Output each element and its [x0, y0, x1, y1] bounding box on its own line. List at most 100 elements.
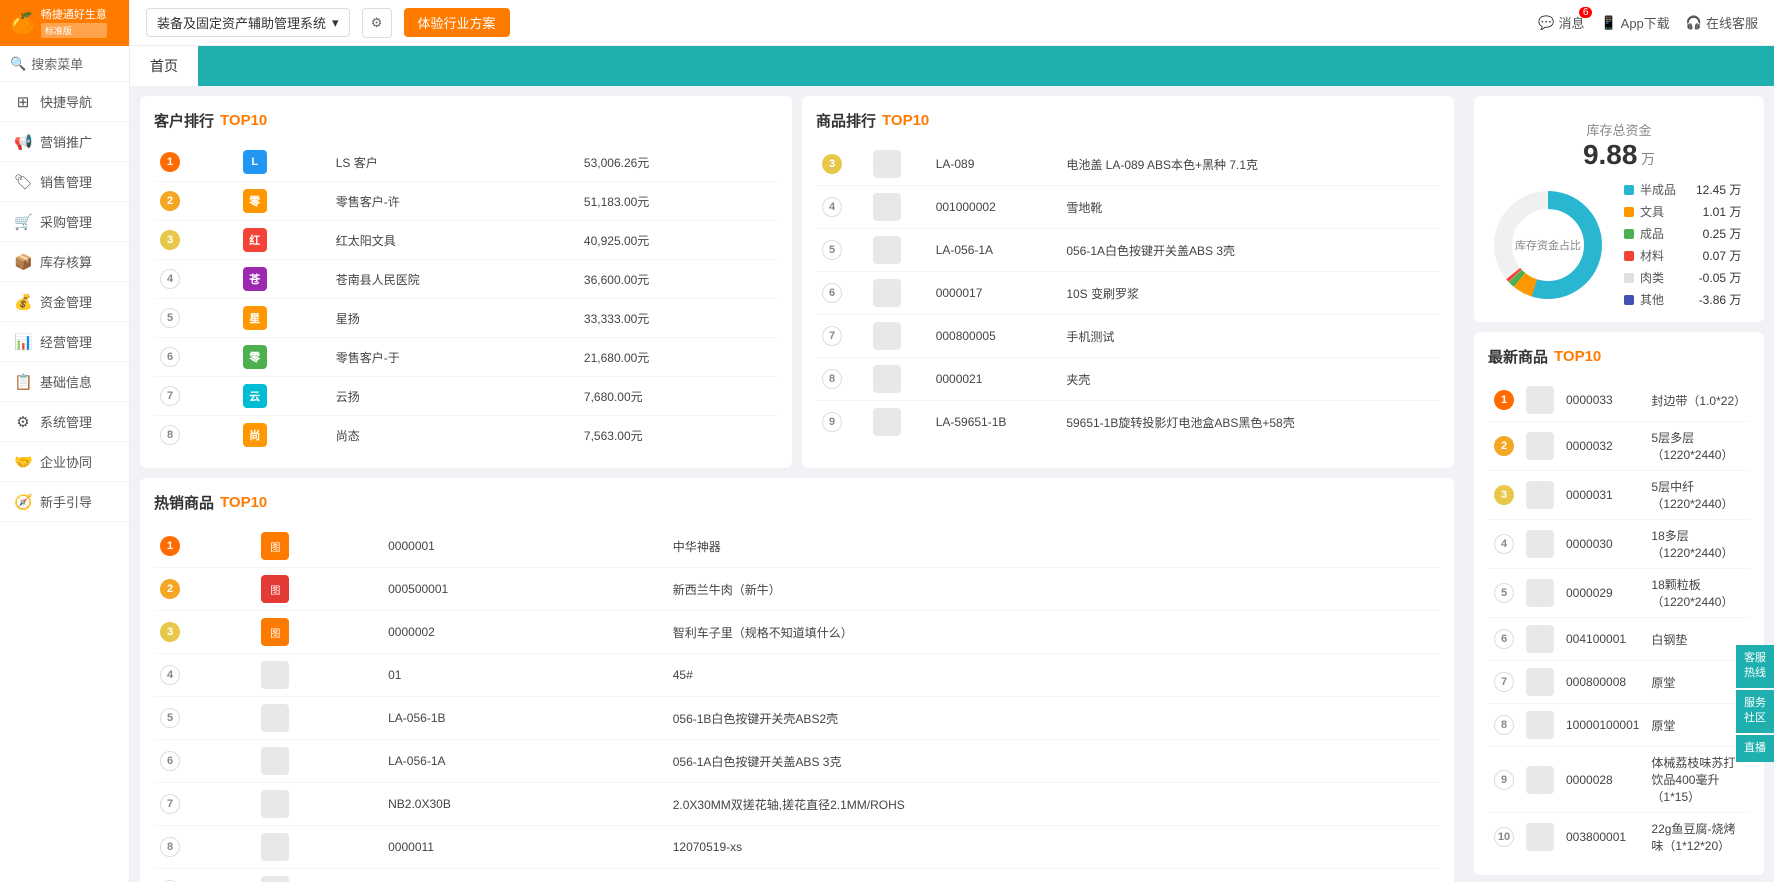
home-icon: ⊞ — [14, 93, 32, 111]
rank-badge: 4 — [160, 269, 180, 289]
product-thumb — [1526, 625, 1554, 653]
inventory-total-value: 9.88 — [1583, 139, 1638, 170]
rank-badge: 1 — [160, 536, 180, 556]
cart-icon: 🛒 — [14, 213, 32, 231]
rank-badge: 1 — [160, 152, 180, 172]
product-code: 01 — [382, 654, 667, 697]
sidebar-label-cooperation: 企业协同 — [40, 452, 92, 471]
inventory-total: 库存总资金 9.88 万 — [1488, 110, 1750, 181]
rank-badge: 9 — [822, 412, 842, 432]
top-panels: 客户排行 TOP10 1 L LS 客户 53,006.26元 2 零 零售客户… — [140, 96, 1454, 468]
product-code: LA-056-1A — [382, 740, 667, 783]
sidebar-item-inventory[interactable]: 📦 库存核算 — [0, 242, 129, 282]
system-selector[interactable]: 装备及固定资产辅助管理系统 ▾ — [146, 8, 350, 37]
table-row: 9 0000028 体械荔枝味苏打饮品400毫升（1*15） — [1488, 747, 1750, 813]
legend-name: 文具 — [1640, 203, 1697, 220]
product-thumb: 图 — [261, 618, 289, 646]
legend-item: 其他 -3.86 万 — [1624, 291, 1741, 308]
product-thumb — [1526, 823, 1554, 851]
rank-badge: 4 — [822, 197, 842, 217]
community-btn[interactable]: 服务社区 — [1736, 690, 1774, 733]
product-name: 056-1A白色按键开关盖ABS 3壳 — [1060, 229, 1440, 272]
sidebar-item-purchase[interactable]: 🛒 采购管理 — [0, 202, 129, 242]
product-thumb — [873, 279, 901, 307]
logo-icon: 🍊 — [10, 11, 35, 36]
sidebar-item-system[interactable]: ⚙ 系统管理 — [0, 402, 129, 442]
product-code: 000500001 — [382, 568, 667, 611]
legend-dot — [1624, 295, 1634, 305]
sidebar-item-marketing[interactable]: 📢 营销推广 — [0, 122, 129, 162]
table-row: 4 001000002 雪地靴 — [816, 186, 1440, 229]
product-name: 原堂 — [1645, 661, 1750, 704]
message-button[interactable]: 💬 消息 6 — [1538, 13, 1584, 32]
customer-amount: 21,680.00元 — [578, 338, 778, 377]
rank-badge: 1 — [1494, 390, 1514, 410]
sidebar-item-cooperation[interactable]: 🤝 企业协同 — [0, 442, 129, 482]
rank-badge: 6 — [822, 283, 842, 303]
avatar: 苍 — [243, 267, 267, 291]
customer-name: 红太阳文具 — [330, 221, 578, 260]
app-download-label: App下载 — [1621, 13, 1670, 32]
product-code: 0000031 — [1560, 471, 1645, 520]
sidebar-item-quick-nav[interactable]: ⊞ 快捷导航 — [0, 82, 129, 122]
product-name: 白钢垫 — [1645, 618, 1750, 661]
product-code: LA-056-1A — [930, 229, 1061, 272]
sidebar-label-inventory: 库存核算 — [40, 252, 92, 271]
sidebar-item-basic-info[interactable]: 📋 基础信息 — [0, 362, 129, 402]
inventory-total-unit: 万 — [1641, 151, 1655, 167]
table-row: 4 苍 苍南县人民医院 36,600.00元 — [154, 260, 778, 299]
online-service-button[interactable]: 🎧 在线客服 — [1686, 13, 1758, 32]
app-download-button[interactable]: 📱 App下载 — [1600, 13, 1669, 32]
customer-service-btn[interactable]: 客服热线 — [1736, 645, 1774, 688]
rank-badge: 5 — [160, 708, 180, 728]
table-row: 2 图 000500001 新西兰牛肉（新牛） — [154, 568, 1440, 611]
table-row: 6 LA-056-1A 056-1A白色按键开关盖ABS 3克 — [154, 740, 1440, 783]
product-code: 003800001 — [1560, 813, 1645, 862]
app-logo: 🍊 畅捷通好生意 标准版 — [0, 0, 129, 46]
customer-rank-table: 1 L LS 客户 53,006.26元 2 零 零售客户-许 51,183.0… — [154, 143, 778, 454]
legend-item: 材料 0.07 万 — [1624, 247, 1741, 264]
live-btn[interactable]: 直播 — [1736, 735, 1774, 762]
product-name: 封边带（1.0*22） — [1645, 379, 1750, 422]
table-row: 3 LA-089 电池盖 LA-089 ABS本色+黑种 7.1克 — [816, 143, 1440, 186]
table-row: 4 01 45# — [154, 654, 1440, 697]
hot-products-card: 热销商品 TOP10 1 图 0000001 中华神器 2 图 00050000… — [140, 478, 1454, 882]
avatar: 零 — [243, 345, 267, 369]
product-code: 0000033 — [1560, 379, 1645, 422]
float-service: 客服热线 服务社区 直播 — [1736, 645, 1774, 762]
rank-badge: 4 — [160, 665, 180, 685]
avatar: 尚 — [243, 423, 267, 447]
product-thumb — [261, 661, 289, 689]
product-code: 0000030 — [1560, 520, 1645, 569]
avatar: L — [243, 150, 267, 174]
product-code: 0000011 — [382, 826, 667, 869]
sidebar-item-finance[interactable]: 💰 资金管理 — [0, 282, 129, 322]
product-name: 5层中纤（1220*2440） — [1645, 471, 1750, 520]
product-thumb — [873, 193, 901, 221]
search-icon: 🔍 — [10, 56, 26, 72]
legend-item: 肉类 -0.05 万 — [1624, 269, 1741, 286]
rank-badge: 6 — [160, 347, 180, 367]
legend-value: 12.45 万 — [1696, 181, 1741, 198]
product-code: 000800005 — [930, 315, 1061, 358]
settings-button[interactable]: ⚙ — [362, 8, 392, 38]
product-thumb — [261, 704, 289, 732]
sidebar-item-sales[interactable]: 🏷 销售管理 — [0, 162, 129, 202]
legend-dot — [1624, 273, 1634, 283]
table-row: 9 KK-SD22110H 花语萌恒温分腿睡袋（厚款） — [154, 869, 1440, 882]
customer-amount: 7,563.00元 — [578, 416, 778, 455]
product-name: 10S 变刷罗浆 — [1060, 272, 1440, 315]
avatar: 星 — [243, 306, 267, 330]
table-row: 6 004100001 白钢垫 — [1488, 618, 1750, 661]
sidebar-item-guide[interactable]: 🧭 新手引导 — [0, 482, 129, 522]
search-menu[interactable]: 🔍 搜索菜单 — [0, 46, 129, 82]
product-thumb — [261, 833, 289, 861]
product-thumb: 图 — [261, 575, 289, 603]
product-code: 0000032 — [1560, 422, 1645, 471]
sidebar-item-operations[interactable]: 📊 经营管理 — [0, 322, 129, 362]
tab-home[interactable]: 首页 — [130, 46, 198, 86]
product-code: 0000029 — [1560, 569, 1645, 618]
legend-dot — [1624, 229, 1634, 239]
trial-button[interactable]: 体验行业方案 — [404, 8, 510, 37]
header-right: 💬 消息 6 📱 App下载 🎧 在线客服 — [1538, 13, 1758, 32]
